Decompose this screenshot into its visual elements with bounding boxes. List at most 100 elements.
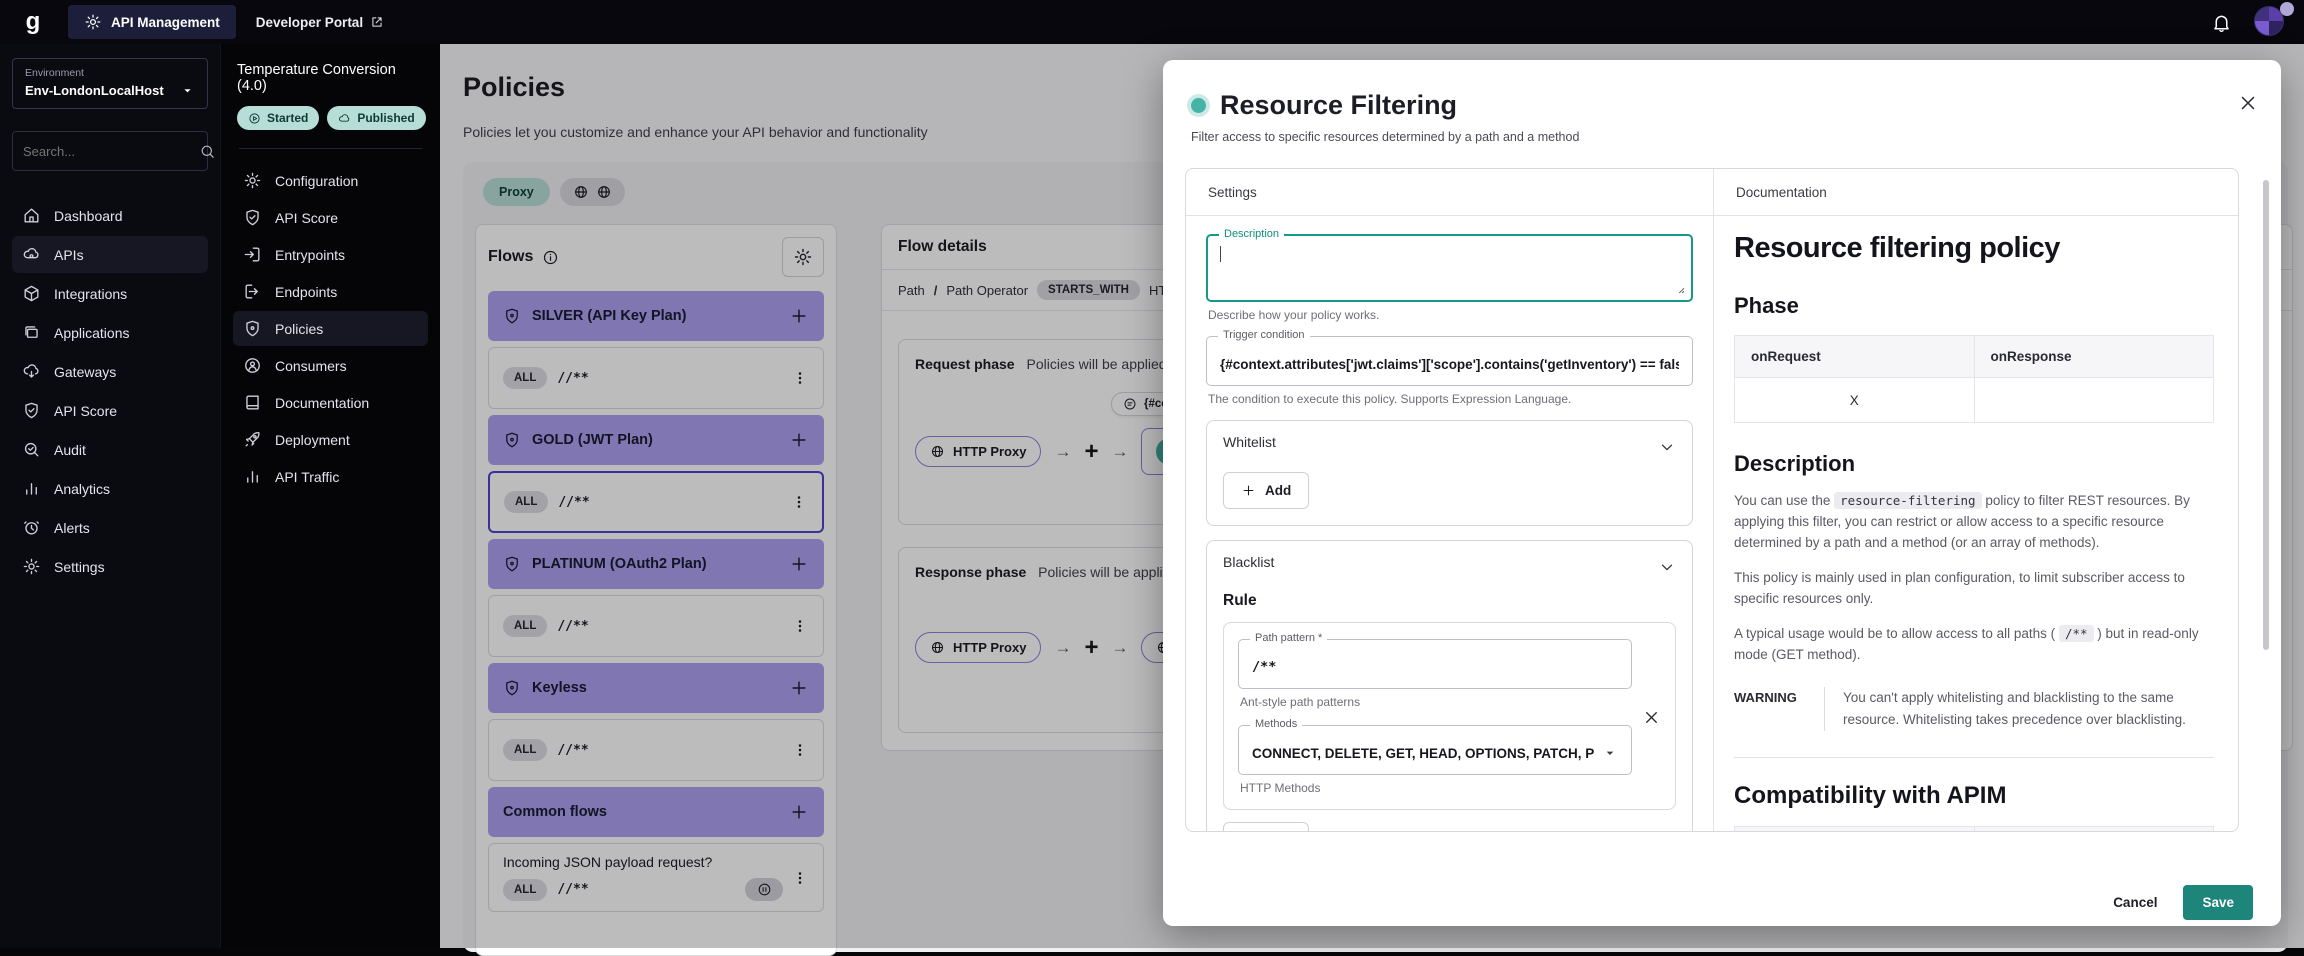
documentation-panel: Resource filtering policy Phase onReques… — [1713, 216, 2238, 831]
caret-down-icon — [180, 83, 195, 98]
doc-paragraph: You can use the resource-filtering polic… — [1734, 491, 2214, 554]
sidebar-item[interactable]: Applications — [12, 314, 208, 351]
api-status-badges: Started Published — [233, 106, 428, 130]
sidebar-item[interactable]: Settings — [12, 548, 208, 585]
sidebar-item-label: Analytics — [54, 481, 110, 497]
sidebar-item[interactable]: Gateways — [12, 353, 208, 390]
api-management-label: API Management — [111, 15, 220, 30]
api-score-icon — [243, 208, 262, 227]
save-button[interactable]: Save — [2183, 885, 2253, 920]
blacklist-section: Blacklist Rule Path pattern * /** Ant-st… — [1206, 540, 1693, 831]
whitelist-add-button[interactable]: Add — [1223, 472, 1309, 509]
blacklist-label: Blacklist — [1223, 554, 1274, 570]
methods-label: Methods — [1250, 718, 1302, 730]
text-cursor — [1220, 246, 1221, 262]
user-avatar[interactable] — [2254, 6, 2286, 38]
tab-settings[interactable]: Settings — [1186, 169, 1713, 216]
sidebar-item-label: Gateways — [54, 364, 116, 380]
api-sidebar-item-label: Documentation — [275, 395, 369, 411]
developer-portal-link[interactable]: Developer Portal — [256, 15, 384, 30]
search-icon — [199, 143, 216, 160]
resize-handle-icon[interactable] — [1672, 281, 1686, 295]
sidebar-item[interactable]: Audit — [12, 431, 208, 468]
cancel-button[interactable]: Cancel — [2113, 895, 2157, 910]
sidebar-item[interactable]: Dashboard — [12, 197, 208, 234]
api-sidebar: Temperature Conversion (4.0) Started Pub… — [220, 44, 440, 948]
resource-filtering-dialog: Resource Filtering Filter access to spec… — [1163, 60, 2281, 926]
deployment-icon — [243, 430, 262, 449]
integrations-icon — [22, 284, 41, 303]
sidebar-item-label: Alerts — [54, 520, 90, 536]
trigger-condition-field[interactable]: Trigger condition {#context.attributes['… — [1206, 336, 1693, 386]
api-sidebar-item[interactable]: Entrypoints — [233, 237, 428, 272]
description-label: Description — [1219, 228, 1284, 240]
api-sidebar-item-label: Policies — [275, 321, 323, 337]
configuration-icon — [243, 171, 262, 190]
play-icon — [248, 112, 261, 125]
environment-selector[interactable]: Environment Env-LondonLocalHost — [12, 58, 208, 109]
api-sidebar-item-label: API Traffic — [275, 469, 339, 485]
audit-icon — [22, 440, 41, 459]
alerts-icon — [22, 518, 41, 537]
chevron-down-icon[interactable] — [1658, 438, 1676, 456]
tab-documentation[interactable]: Documentation — [1713, 169, 2238, 216]
sidebar-item[interactable]: APIs — [12, 236, 208, 273]
sidebar-item[interactable]: Analytics — [12, 470, 208, 507]
divider — [239, 148, 422, 149]
rule-heading: Rule — [1223, 592, 1676, 610]
api-sidebar-item[interactable]: Configuration — [233, 163, 428, 198]
path-pattern-hint: Ant-style path patterns — [1240, 695, 1632, 709]
warning-label: WARNING — [1734, 687, 1806, 730]
phase-onresponse-value — [1974, 378, 2214, 423]
warning-block: WARNING You can't apply whitelisting and… — [1734, 687, 2214, 730]
status-badge: Started — [237, 106, 319, 130]
trigger-condition-hint: The condition to execute this policy. Su… — [1208, 392, 1693, 406]
environment-label: Environment — [25, 67, 195, 79]
doc-paragraph: A typical usage would be to allow access… — [1734, 624, 2214, 666]
sidebar-item[interactable]: API Score — [12, 392, 208, 429]
api-sidebar-item[interactable]: API Traffic — [233, 459, 428, 494]
doc-paragraph: This policy is mainly used in plan confi… — [1734, 568, 2214, 610]
sidebar-search[interactable] — [12, 131, 208, 171]
notifications-bell-icon[interactable] — [2211, 12, 2232, 33]
api-sidebar-item-label: Endpoints — [275, 284, 337, 300]
analytics-icon — [22, 479, 41, 498]
inline-code: resource-filtering — [1834, 492, 1981, 509]
api-sidebar-item[interactable]: Consumers — [233, 348, 428, 383]
methods-value: CONNECT, DELETE, GET, HEAD, OPTIONS, PAT… — [1252, 746, 1594, 761]
api-sidebar-item[interactable]: Policies — [233, 311, 428, 346]
blacklist-add-button[interactable]: Add — [1223, 822, 1309, 831]
api-sidebar-item-label: Entrypoints — [275, 247, 345, 263]
org-sidebar: Environment Env-LondonLocalHost Dashboar… — [0, 44, 220, 948]
caret-down-icon — [1602, 745, 1618, 761]
api-sidebar-item-label: Configuration — [275, 173, 358, 189]
entrypoints-icon — [243, 245, 262, 264]
trigger-condition-value: {#context.attributes['jwt.claims']['scop… — [1220, 357, 1679, 372]
path-pattern-field[interactable]: Path pattern * /** — [1238, 639, 1632, 689]
api-sidebar-item[interactable]: Endpoints — [233, 274, 428, 309]
cloud-icon — [338, 112, 351, 125]
doc-description-heading: Description — [1734, 451, 2214, 477]
api-sidebar-item[interactable]: Deployment — [233, 422, 428, 457]
sidebar-item[interactable]: Integrations — [12, 275, 208, 312]
sidebar-item-label: APIs — [54, 247, 84, 263]
description-textarea[interactable]: Description — [1206, 234, 1693, 302]
gateways-icon — [22, 362, 41, 381]
dialog-scrollbar[interactable] — [2263, 180, 2269, 650]
methods-select[interactable]: Methods CONNECT, DELETE, GET, HEAD, OPTI… — [1238, 725, 1632, 775]
api-sidebar-item[interactable]: API Score — [233, 200, 428, 235]
applications-icon — [22, 323, 41, 342]
sidebar-item[interactable]: Alerts — [12, 509, 208, 546]
chevron-down-icon[interactable] — [1658, 558, 1676, 576]
api-traffic-icon — [243, 467, 262, 486]
path-pattern-value: /** — [1252, 659, 1618, 675]
policy-status-dot — [1191, 98, 1206, 113]
trigger-condition-label: Trigger condition — [1218, 329, 1310, 341]
close-icon[interactable] — [2237, 92, 2259, 114]
api-management-button[interactable]: API Management — [68, 5, 236, 39]
remove-rule-icon[interactable] — [1642, 708, 1661, 727]
search-input[interactable] — [23, 144, 199, 159]
api-sidebar-item[interactable]: Documentation — [233, 385, 428, 420]
doc-phase-heading: Phase — [1734, 293, 2214, 319]
dialog-body: Settings Documentation Description Descr… — [1185, 168, 2239, 832]
